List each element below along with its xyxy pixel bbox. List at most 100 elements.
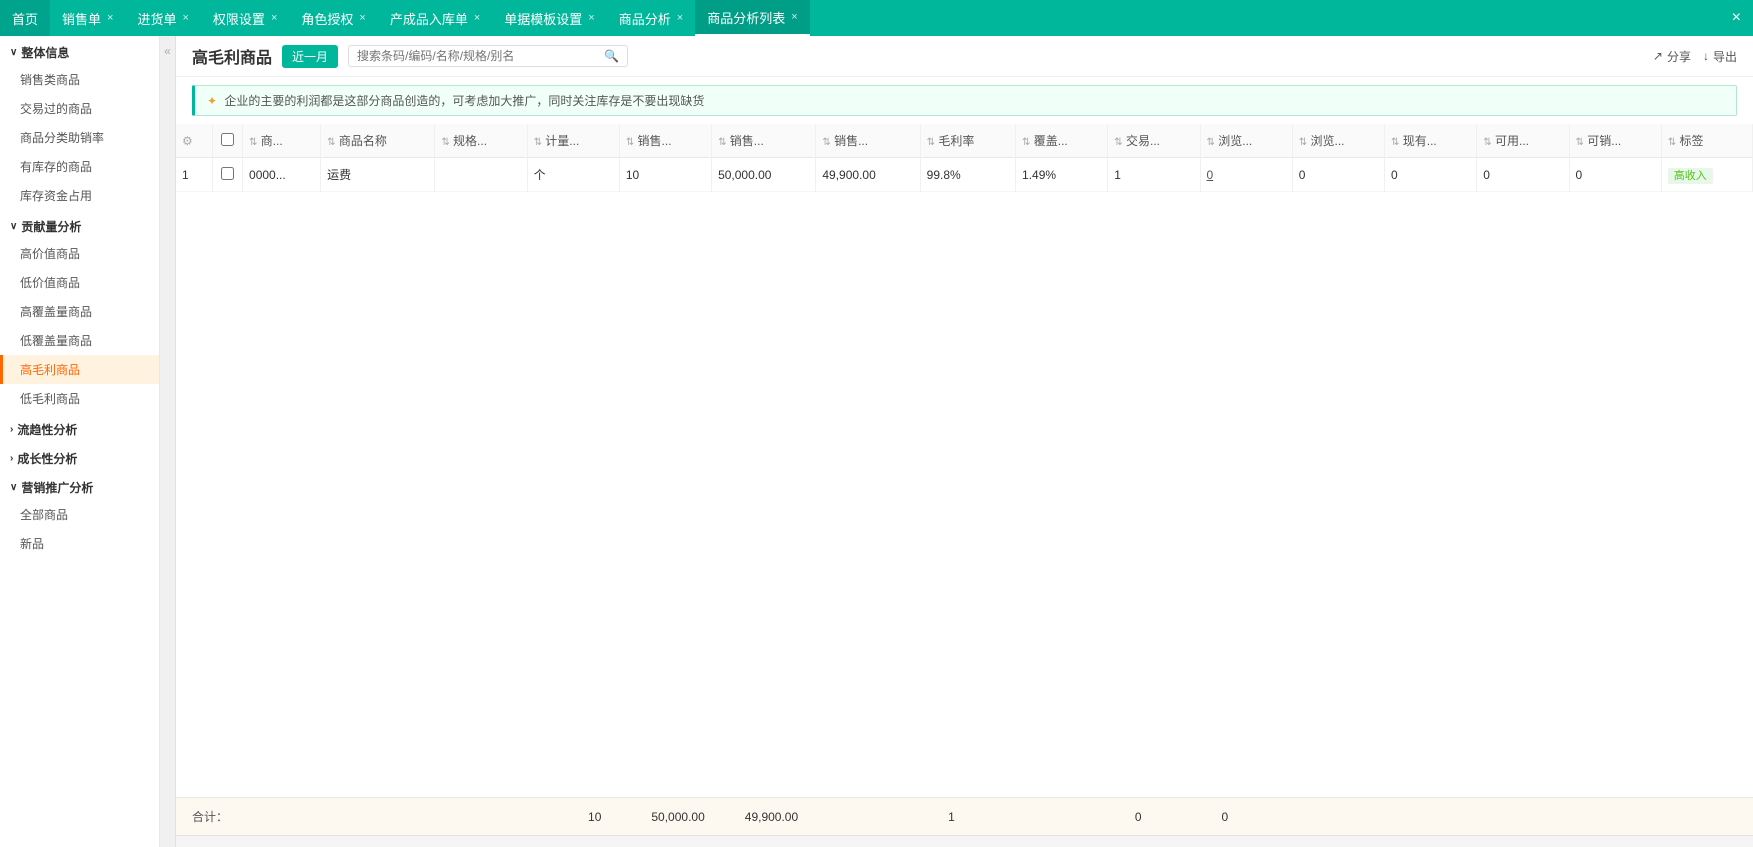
sidebar-item-高毛利商品[interactable]: 高毛利商品 <box>0 355 159 384</box>
nav-close-icon[interactable]: × <box>182 12 188 24</box>
export-label: 导出 <box>1713 48 1737 65</box>
col-sort-icon: ⇅ <box>249 137 257 148</box>
col-header-trade[interactable]: ⇅ 交易... <box>1108 124 1200 158</box>
col-sort-icon: ⇅ <box>1391 137 1399 148</box>
sidebar-section-流趋性分析[interactable]: ›流趋性分析 <box>0 413 159 442</box>
sidebar-item-全部商品[interactable]: 全部商品 <box>0 500 159 529</box>
sidebar-item-商品分类助销率[interactable]: 商品分类助销率 <box>0 123 159 152</box>
sidebar-section-营销推广分析[interactable]: ∨ 营销推广分析 <box>0 471 159 500</box>
content-area: 高毛利商品 近一月 🔍 ↗ 分享 ↓ 导出 ✦ 企业的主要的利润都是这部分商品创… <box>176 36 1753 847</box>
col-header-coverage[interactable]: ⇅ 覆盖... <box>1016 124 1108 158</box>
search-input[interactable] <box>357 49 604 63</box>
close-all-tabs[interactable]: × <box>1732 9 1741 27</box>
cell-margin_rate: 99.8% <box>920 158 1015 192</box>
section-label: 贡献量分析 <box>21 218 81 235</box>
sidebar-item-新品[interactable]: 新品 <box>0 529 159 558</box>
nav-close-icon[interactable]: × <box>588 12 594 24</box>
nav-item-首页[interactable]: 首页 <box>0 0 50 36</box>
col-header-code[interactable]: ⇅ 商... <box>243 124 321 158</box>
sidebar-section-成长性分析[interactable]: ›成长性分析 <box>0 442 159 471</box>
footer-sales-cost: 49,900.00 <box>745 810 798 824</box>
col-sort-icon: ⇅ <box>1114 137 1122 148</box>
sidebar: ∨整体信息销售类商品交易过的商品商品分类助销率有库存的商品库存资金占用∨贡献量分… <box>0 36 160 847</box>
sidebar-item-库存资金占用[interactable]: 库存资金占用 <box>0 181 159 210</box>
section-label: 营销推广分析 <box>21 479 93 496</box>
nav-close-icon[interactable]: × <box>359 12 365 24</box>
nav-close-icon[interactable]: × <box>271 12 277 24</box>
col-header-sales_qty[interactable]: ⇅ 销售... <box>619 124 711 158</box>
cell-view1[interactable]: 0 <box>1200 158 1292 192</box>
sidebar-section-贡献量分析[interactable]: ∨贡献量分析 <box>0 210 159 239</box>
nav-close-icon[interactable]: × <box>677 12 683 24</box>
col-sort-icon: ⇅ <box>626 137 634 148</box>
nav-close-icon[interactable]: × <box>107 12 113 24</box>
col-header-stock_current[interactable]: ⇅ 现有... <box>1385 124 1477 158</box>
col-header-name[interactable]: ⇅ 商品名称 <box>321 124 435 158</box>
footer-trade: 1 <box>948 810 955 824</box>
col-sort-icon: ⇅ <box>718 137 726 148</box>
col-header-sales_amount[interactable]: ⇅ 销售... <box>712 124 816 158</box>
search-icon[interactable]: 🔍 <box>604 49 619 63</box>
sidebar-item-低覆盖量商品[interactable]: 低覆盖量商品 <box>0 326 159 355</box>
cell-sales_amount: 50,000.00 <box>712 158 816 192</box>
sidebar-item-低毛利商品[interactable]: 低毛利商品 <box>0 384 159 413</box>
cell-sales_qty: 10 <box>619 158 711 192</box>
nav-item-商品分析列表[interactable]: 商品分析列表× <box>695 0 809 36</box>
col-sort-icon: ⇅ <box>534 137 542 148</box>
cell-checkbox[interactable] <box>213 158 243 192</box>
page-title: 高毛利商品 <box>192 44 272 68</box>
cell-index: 1 <box>176 158 213 192</box>
section-arrow-icon: › <box>10 453 13 464</box>
cell-view2: 0 <box>1292 158 1384 192</box>
sidebar-item-有库存的商品[interactable]: 有库存的商品 <box>0 152 159 181</box>
col-header-spec[interactable]: ⇅ 规格... <box>435 124 527 158</box>
data-table: ⚙⇅ 商...⇅ 商品名称⇅ 规格...⇅ 计量...⇅ 销售...⇅ 销售..… <box>176 124 1753 192</box>
export-icon: ↓ <box>1703 49 1709 63</box>
col-sort-icon: ⇅ <box>1483 137 1491 148</box>
cell-stock_saleable: 0 <box>1569 158 1661 192</box>
nav-item-商品分析[interactable]: 商品分析× <box>607 0 695 36</box>
nav-item-权限设置[interactable]: 权限设置× <box>201 0 289 36</box>
nav-item-产成品入库单[interactable]: 产成品入库单× <box>378 0 492 36</box>
nav-item-角色授权[interactable]: 角色授权× <box>289 0 377 36</box>
section-label: 流趋性分析 <box>17 421 77 438</box>
col-header-sales_cost[interactable]: ⇅ 销售... <box>816 124 920 158</box>
sidebar-item-高价值商品[interactable]: 高价值商品 <box>0 239 159 268</box>
link-val[interactable]: 0 <box>1207 168 1214 182</box>
col-header-tag[interactable]: ⇅ 标签 <box>1661 124 1752 158</box>
export-btn[interactable]: ↓ 导出 <box>1703 48 1737 65</box>
nav-close-icon[interactable]: × <box>474 12 480 24</box>
section-arrow-icon: ∨ <box>10 482 17 493</box>
select-all-checkbox[interactable] <box>221 133 234 146</box>
row-checkbox[interactable] <box>221 167 234 180</box>
col-header-stock_available[interactable]: ⇅ 可用... <box>1477 124 1569 158</box>
nav-item-进货单[interactable]: 进货单× <box>125 0 200 36</box>
table-row: 10000...运费个1050,000.0049,900.0099.8%1.49… <box>176 158 1753 192</box>
sidebar-section-整体信息[interactable]: ∨整体信息 <box>0 36 159 65</box>
top-nav: 首页销售单×进货单×权限设置×角色授权×产成品入库单×单据模板设置×商品分析×商… <box>0 0 1753 36</box>
sidebar-item-高覆盖量商品[interactable]: 高覆盖量商品 <box>0 297 159 326</box>
col-header-unit[interactable]: ⇅ 计量... <box>527 124 619 158</box>
nav-item-单据模板设置[interactable]: 单据模板设置× <box>492 0 606 36</box>
col-sort-icon: ⇅ <box>441 137 449 148</box>
col-header-margin_rate[interactable]: ⇅ 毛利率 <box>920 124 1015 158</box>
horizontal-scrollbar[interactable] <box>176 835 1753 847</box>
info-bar: ✦ 企业的主要的利润都是这部分商品创造的，可考虑加大推广，同时关注库存是不要出现… <box>192 85 1737 116</box>
nav-close-icon[interactable]: × <box>791 11 797 23</box>
footer-bar: 合计： 10 50,000.00 49,900.00 1 0 0 <box>176 797 1753 835</box>
col-sort-icon: ⇅ <box>1022 137 1030 148</box>
nav-item-销售单[interactable]: 销售单× <box>50 0 125 36</box>
col-header-view2[interactable]: ⇅ 浏览... <box>1292 124 1384 158</box>
col-sort-icon: ⇅ <box>1207 137 1215 148</box>
settings-icon[interactable]: ⚙ <box>182 134 193 148</box>
col-header-stock_saleable[interactable]: ⇅ 可销... <box>1569 124 1661 158</box>
col-header-view1[interactable]: ⇅ 浏览... <box>1200 124 1292 158</box>
sidebar-item-交易过的商品[interactable]: 交易过的商品 <box>0 94 159 123</box>
filter-month-btn[interactable]: 近一月 <box>282 45 338 68</box>
sidebar-item-销售类商品[interactable]: 销售类商品 <box>0 65 159 94</box>
col-sort-icon: ⇅ <box>927 137 935 148</box>
share-btn[interactable]: ↗ 分享 <box>1653 48 1691 65</box>
sidebar-collapse-btn[interactable]: « <box>160 36 176 847</box>
cell-code: 0000... <box>243 158 321 192</box>
sidebar-item-低价值商品[interactable]: 低价值商品 <box>0 268 159 297</box>
